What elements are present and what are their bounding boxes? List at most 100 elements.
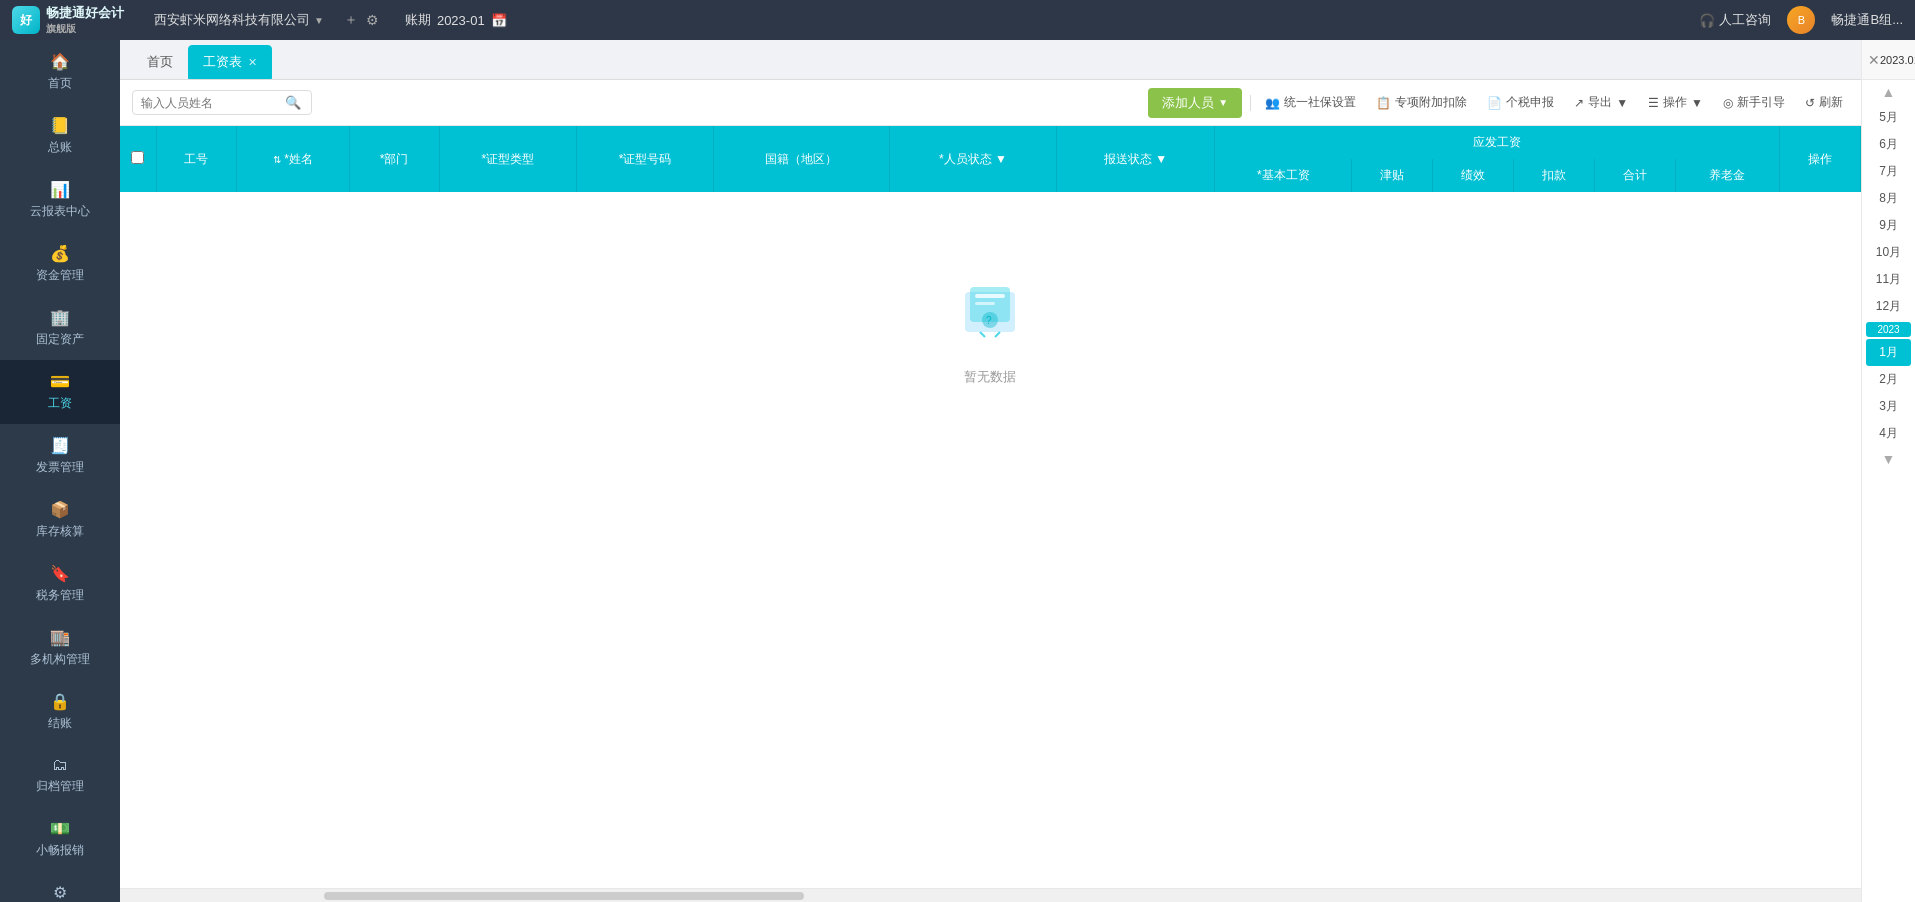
toolbar: 🔍 添加人员 ▼ 👥 统一社保设置 📋 专项附加扣除 📄 个税申报 ↗ bbox=[120, 80, 1861, 126]
social-security-btn[interactable]: 👥 统一社保设置 bbox=[1259, 90, 1362, 115]
tax-report-btn[interactable]: 📄 个税申报 bbox=[1481, 90, 1560, 115]
th-total: 合计 bbox=[1594, 159, 1675, 192]
report-icon: 📊 bbox=[50, 180, 70, 199]
header-left: 好 畅捷通好会计 旗舰版 西安虾米网络科技有限公司 ▼ ＋ ⚙ 账期 2023-… bbox=[12, 4, 507, 36]
sidebar-label-inventory: 库存核算 bbox=[36, 523, 84, 540]
th-base-salary: *基本工资 bbox=[1215, 159, 1352, 192]
header-icons: ＋ ⚙ bbox=[344, 11, 379, 29]
sidebar-item-ledger[interactable]: 📒 总账 bbox=[0, 104, 120, 168]
filter-icon-report-status[interactable]: ▼ bbox=[1155, 152, 1167, 166]
rp-down-button[interactable]: ▼ bbox=[1862, 447, 1915, 471]
company-name: 西安虾米网络科技有限公司 bbox=[154, 11, 310, 29]
rp-month-5[interactable]: 5月 bbox=[1862, 104, 1915, 131]
rp-month-4[interactable]: 4月 bbox=[1862, 420, 1915, 447]
asset-icon: 🏢 bbox=[50, 308, 70, 327]
header-right: 🎧 人工咨询 B 畅捷通B组... bbox=[1699, 6, 1903, 34]
rp-month-8[interactable]: 8月 bbox=[1862, 185, 1915, 212]
sidebar-item-asset[interactable]: 🏢 固定资产 bbox=[0, 296, 120, 360]
tab-close-icon[interactable]: ✕ bbox=[248, 56, 257, 69]
rp-header: ✕ 2023.01 ⤢ bbox=[1862, 40, 1915, 80]
svg-text:?: ? bbox=[986, 315, 992, 326]
settings-sidebar-icon: ⚙ bbox=[53, 883, 67, 902]
th-department: *部门 bbox=[349, 126, 439, 192]
tab-salary-table[interactable]: 工资表 ✕ bbox=[188, 45, 272, 79]
rp-close-button[interactable]: ✕ bbox=[1868, 52, 1880, 68]
operations-btn[interactable]: ☰ 操作 ▼ bbox=[1642, 90, 1709, 115]
add-icon[interactable]: ＋ bbox=[344, 11, 358, 29]
th-payroll-group: 应发工资 bbox=[1215, 126, 1780, 159]
capital-icon: 💰 bbox=[50, 244, 70, 263]
rp-month-3[interactable]: 3月 bbox=[1862, 393, 1915, 420]
svg-line-6 bbox=[980, 332, 985, 337]
checkbox-all-th[interactable] bbox=[120, 126, 156, 192]
search-input[interactable] bbox=[141, 96, 281, 110]
sidebar-label-tax: 税务管理 bbox=[36, 587, 84, 604]
operations-arrow-icon: ▼ bbox=[1691, 96, 1703, 110]
th-operations: 操作 bbox=[1780, 126, 1861, 192]
sidebar-item-invoice[interactable]: 🧾 发票管理 bbox=[0, 424, 120, 488]
rp-month-7[interactable]: 7月 bbox=[1862, 158, 1915, 185]
sidebar-label-expense: 小畅报销 bbox=[36, 842, 84, 859]
sidebar-label-close: 结账 bbox=[48, 715, 72, 732]
support-label: 人工咨询 bbox=[1719, 11, 1771, 29]
sidebar-item-capital[interactable]: 💰 资金管理 bbox=[0, 232, 120, 296]
tax-icon-toolbar: 📄 bbox=[1487, 96, 1502, 110]
svg-rect-3 bbox=[975, 302, 995, 305]
main-layout: 🏠 首页 📒 总账 📊 云报表中心 💰 资金管理 🏢 固定资产 💳 工资 🧾 发… bbox=[0, 40, 1915, 902]
chevron-down-icon: ▼ bbox=[314, 15, 324, 26]
guide-btn[interactable]: ◎ 新手引导 bbox=[1717, 90, 1791, 115]
refresh-btn[interactable]: ↺ 刷新 bbox=[1799, 90, 1849, 115]
sidebar-item-archive[interactable]: 🗂 归档管理 bbox=[0, 744, 120, 807]
search-icon[interactable]: 🔍 bbox=[285, 95, 301, 110]
add-person-label: 添加人员 bbox=[1162, 94, 1214, 112]
rp-month-12[interactable]: 12月 bbox=[1862, 293, 1915, 320]
export-label: 导出 bbox=[1588, 94, 1612, 111]
svg-rect-2 bbox=[975, 294, 1005, 298]
sidebar-item-settings[interactable]: ⚙ 基础设置 bbox=[0, 871, 120, 902]
sidebar-item-expense[interactable]: 💵 小畅报销 bbox=[0, 807, 120, 871]
sidebar-item-salary[interactable]: 💳 工资 bbox=[0, 360, 120, 424]
content-area: 首页 工资表 ✕ 🔍 添加人员 ▼ 👥 统一社保设置 bbox=[120, 40, 1861, 902]
search-wrap: 🔍 bbox=[132, 90, 312, 115]
add-person-button[interactable]: 添加人员 ▼ bbox=[1148, 88, 1242, 118]
sidebar-item-home[interactable]: 🏠 首页 bbox=[0, 40, 120, 104]
scroll-thumb[interactable] bbox=[324, 892, 804, 900]
th-id-type: *证型类型 bbox=[439, 126, 576, 192]
support-button[interactable]: 🎧 人工咨询 bbox=[1699, 11, 1771, 29]
rp-month-9[interactable]: 9月 bbox=[1862, 212, 1915, 239]
export-icon: ↗ bbox=[1574, 96, 1584, 110]
company-selector[interactable]: 西安虾米网络科技有限公司 ▼ bbox=[154, 11, 324, 29]
headset-icon: 🎧 bbox=[1699, 13, 1715, 28]
inventory-icon: 📦 bbox=[50, 500, 70, 519]
rp-month-11[interactable]: 11月 bbox=[1862, 266, 1915, 293]
sidebar-item-tax[interactable]: 🔖 税务管理 bbox=[0, 552, 120, 616]
operations-label: 操作 bbox=[1663, 94, 1687, 111]
refresh-label: 刷新 bbox=[1819, 94, 1843, 111]
salary-table: 工号 ⇅ *姓名 *部门 *证型类型 *证型号码 国籍（地区） *人员状态 ▼ bbox=[120, 126, 1861, 466]
tab-home[interactable]: 首页 bbox=[132, 45, 188, 79]
rp-month-6[interactable]: 6月 bbox=[1862, 131, 1915, 158]
special-deduction-btn[interactable]: 📋 专项附加扣除 bbox=[1370, 90, 1473, 115]
sidebar-item-inventory[interactable]: 📦 库存核算 bbox=[0, 488, 120, 552]
top-header: 好 畅捷通好会计 旗舰版 西安虾米网络科技有限公司 ▼ ＋ ⚙ 账期 2023-… bbox=[0, 0, 1915, 40]
filter-icon-person-status[interactable]: ▼ bbox=[995, 152, 1007, 166]
calendar-icon[interactable]: 📅 bbox=[491, 13, 507, 28]
refresh-icon: ↺ bbox=[1805, 96, 1815, 110]
th-report-status: 报送状态 ▼ bbox=[1057, 126, 1215, 192]
table-body: ? 暂无数据 bbox=[120, 192, 1861, 466]
sidebar-item-close[interactable]: 🔒 结账 bbox=[0, 680, 120, 744]
svg-line-7 bbox=[995, 332, 1000, 337]
sidebar-label-salary: 工资 bbox=[48, 395, 72, 412]
rp-month-2[interactable]: 2月 bbox=[1862, 366, 1915, 393]
sidebar-item-multi[interactable]: 🏬 多机构管理 bbox=[0, 616, 120, 680]
sidebar-item-report[interactable]: 📊 云报表中心 bbox=[0, 168, 120, 232]
rp-up-button[interactable]: ▲ bbox=[1862, 80, 1915, 104]
rp-month-10[interactable]: 10月 bbox=[1862, 239, 1915, 266]
select-all-checkbox[interactable] bbox=[131, 151, 144, 164]
rp-period-label: 2023.01 bbox=[1880, 54, 1915, 66]
settings-icon[interactable]: ⚙ bbox=[366, 12, 379, 28]
export-btn[interactable]: ↗ 导出 ▼ bbox=[1568, 90, 1634, 115]
sidebar-label-multi: 多机构管理 bbox=[30, 651, 90, 668]
rp-month-1[interactable]: 1月 bbox=[1866, 339, 1911, 366]
guide-label: 新手引导 bbox=[1737, 94, 1785, 111]
